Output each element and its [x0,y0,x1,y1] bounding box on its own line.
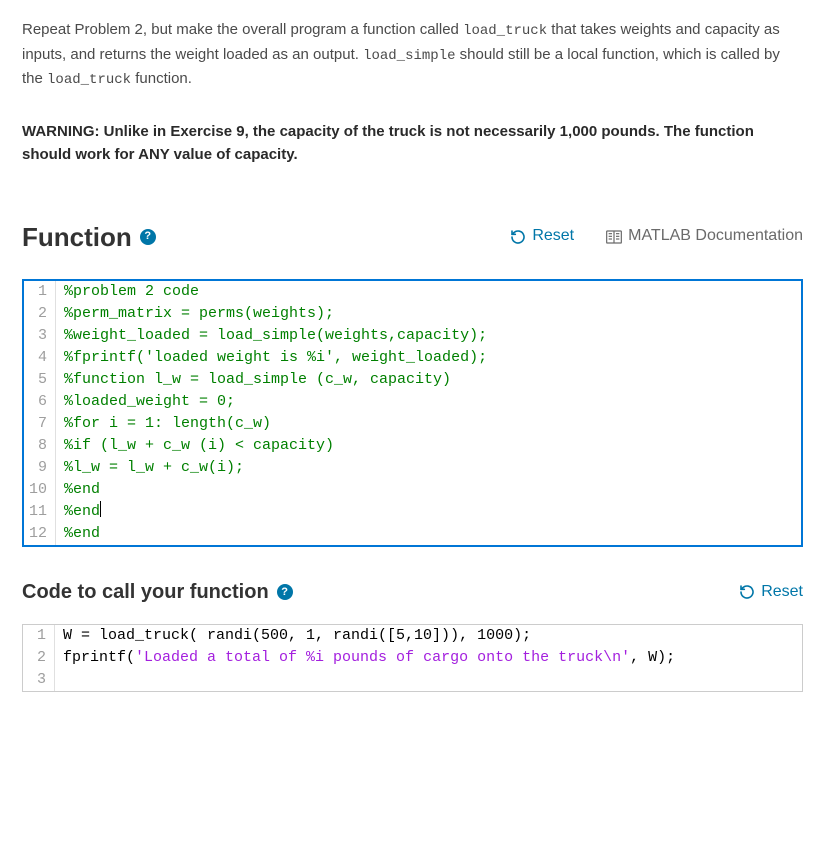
code-content[interactable]: %end [56,501,801,523]
problem-statement: Repeat Problem 2, but make the overall p… [22,18,803,92]
caller-title-wrap: Code to call your function ? [22,577,293,608]
reset-icon [510,229,526,245]
help-icon[interactable]: ? [277,584,293,600]
code-line[interactable]: 10%end [24,479,801,501]
code-content[interactable]: W = load_truck( randi(500, 1, randi([5,1… [55,625,802,647]
code-line[interactable]: 8%if (l_w + c_w (i) < capacity) [24,435,801,457]
reset-label: Reset [761,580,803,605]
code-content[interactable]: %fprintf('loaded weight is %i', weight_l… [56,347,801,369]
doc-icon [606,230,622,244]
caller-code[interactable]: 1W = load_truck( randi(500, 1, randi([5,… [23,625,802,691]
code-content[interactable]: %weight_loaded = load_simple(weights,cap… [56,325,801,347]
code-content[interactable]: fprintf('Loaded a total of %i pounds of … [55,647,802,669]
line-number: 8 [24,435,56,457]
function-title-wrap: Function ? [22,217,156,257]
code-content[interactable]: %loaded_weight = 0; [56,391,801,413]
code-line[interactable]: 3%weight_loaded = load_simple(weights,ca… [24,325,801,347]
text: function. [131,70,192,87]
code-content[interactable]: %l_w = l_w + c_w(i); [56,457,801,479]
line-number: 11 [24,501,56,523]
code-line[interactable]: 11%end [24,501,801,523]
code-content[interactable]: %problem 2 code [56,281,801,303]
code-content[interactable]: %end [56,479,801,501]
line-number: 3 [24,325,56,347]
code-content[interactable]: %perm_matrix = perms(weights); [56,303,801,325]
line-number: 3 [23,669,55,691]
function-tools: Reset MATLAB Documentation [510,224,803,249]
line-number: 1 [24,281,56,303]
matlab-docs-link[interactable]: MATLAB Documentation [606,224,803,249]
function-title: Function [22,217,132,257]
code-content[interactable]: %function l_w = load_simple (c_w, capaci… [56,369,801,391]
code-inline: load_simple [363,48,455,64]
line-number: 4 [24,347,56,369]
code-line[interactable]: 1W = load_truck( randi(500, 1, randi([5,… [23,625,802,647]
code-inline: load_truck [47,72,131,88]
caller-editor[interactable]: 1W = load_truck( randi(500, 1, randi([5,… [22,624,803,692]
code-content[interactable]: %end [56,523,801,545]
code-line[interactable]: 12%end [24,523,801,545]
code-content[interactable]: %for i = 1: length(c_w) [56,413,801,435]
code-inline: load_truck [463,23,547,39]
line-number: 9 [24,457,56,479]
caller-section-header: Code to call your function ? Reset [22,577,803,608]
code-line[interactable]: 6%loaded_weight = 0; [24,391,801,413]
warning-text: WARNING: Unlike in Exercise 9, the capac… [22,120,803,167]
code-line[interactable]: 9%l_w = l_w + c_w(i); [24,457,801,479]
line-number: 5 [24,369,56,391]
line-number: 7 [24,413,56,435]
line-number: 6 [24,391,56,413]
reset-button[interactable]: Reset [739,580,803,605]
line-number: 1 [23,625,55,647]
code-content[interactable] [55,669,802,691]
line-number: 10 [24,479,56,501]
code-line[interactable]: 2%perm_matrix = perms(weights); [24,303,801,325]
code-line[interactable]: 4%fprintf('loaded weight is %i', weight_… [24,347,801,369]
help-icon[interactable]: ? [140,229,156,245]
code-line[interactable]: 7%for i = 1: length(c_w) [24,413,801,435]
code-line[interactable]: 5%function l_w = load_simple (c_w, capac… [24,369,801,391]
text-cursor [100,501,101,517]
function-section-header: Function ? Reset MATLAB Documentation [22,217,803,257]
line-number: 2 [23,647,55,669]
code-line[interactable]: 3 [23,669,802,691]
text: Repeat Problem 2, but make the overall p… [22,21,463,38]
docs-label: MATLAB Documentation [628,224,803,249]
function-code[interactable]: 1%problem 2 code2%perm_matrix = perms(we… [24,281,801,545]
function-editor[interactable]: 1%problem 2 code2%perm_matrix = perms(we… [22,279,803,547]
caller-title: Code to call your function [22,577,269,608]
line-number: 12 [24,523,56,545]
code-line[interactable]: 1%problem 2 code [24,281,801,303]
reset-button[interactable]: Reset [510,224,574,249]
reset-icon [739,584,755,600]
code-content[interactable]: %if (l_w + c_w (i) < capacity) [56,435,801,457]
reset-label: Reset [532,224,574,249]
code-line[interactable]: 2fprintf('Loaded a total of %i pounds of… [23,647,802,669]
line-number: 2 [24,303,56,325]
